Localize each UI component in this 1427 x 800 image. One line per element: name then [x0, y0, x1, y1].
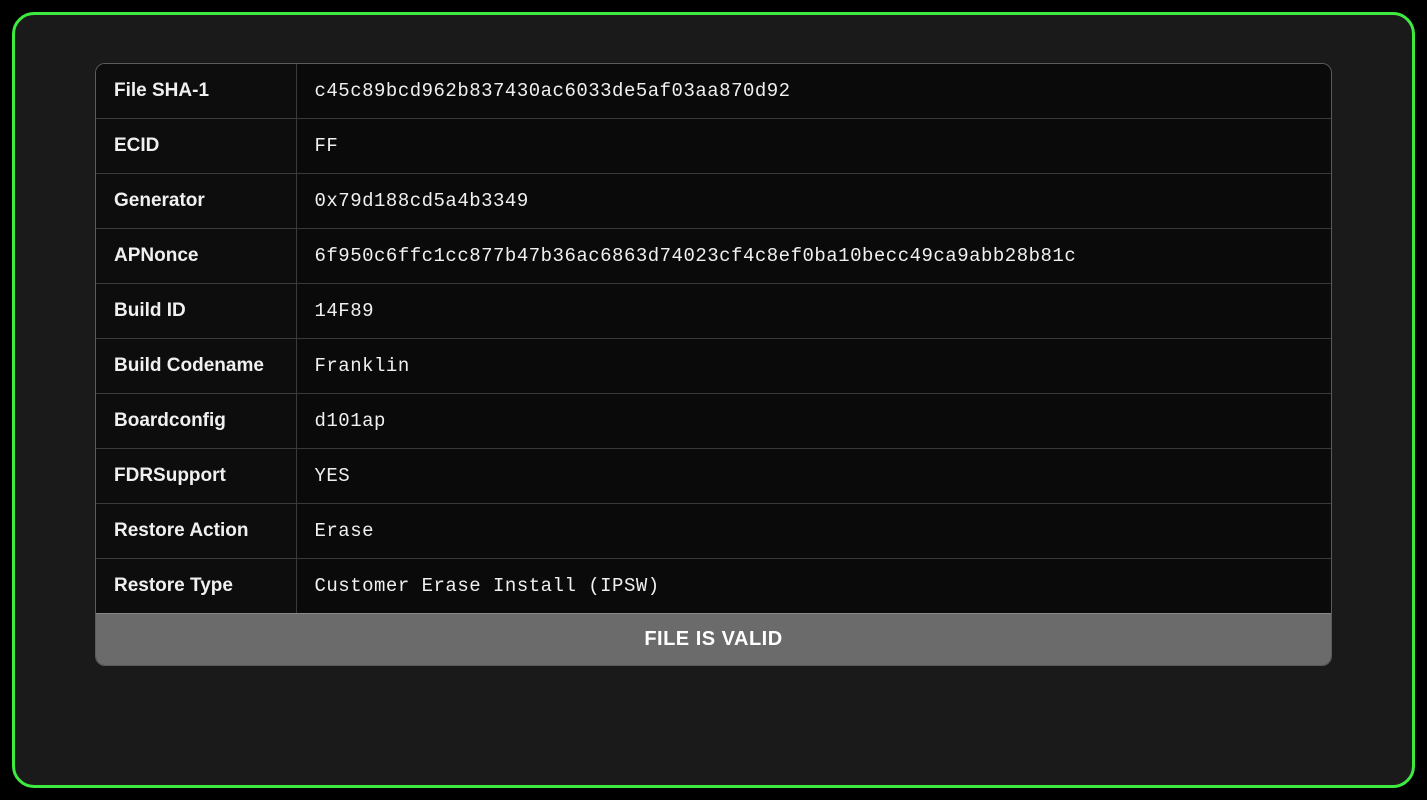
- table-row: Generator 0x79d188cd5a4b3349: [96, 174, 1331, 229]
- validation-status: FILE IS VALID: [96, 613, 1331, 665]
- row-value-restore-action: Erase: [296, 504, 1331, 559]
- row-label-apnonce: APNonce: [96, 229, 296, 284]
- validation-frame: File SHA-1 c45c89bcd962b837430ac6033de5a…: [12, 12, 1415, 788]
- table-row: ECID FF: [96, 119, 1331, 174]
- properties-table: File SHA-1 c45c89bcd962b837430ac6033de5a…: [96, 64, 1331, 613]
- row-label-file-sha1: File SHA-1: [96, 64, 296, 119]
- row-label-fdrsupport: FDRSupport: [96, 449, 296, 504]
- row-value-file-sha1: c45c89bcd962b837430ac6033de5af03aa870d92: [296, 64, 1331, 119]
- row-value-ecid: FF: [296, 119, 1331, 174]
- table-row: File SHA-1 c45c89bcd962b837430ac6033de5a…: [96, 64, 1331, 119]
- table-row: Restore Type Customer Erase Install (IPS…: [96, 559, 1331, 614]
- row-label-restore-type: Restore Type: [96, 559, 296, 614]
- table-row: Boardconfig d101ap: [96, 394, 1331, 449]
- row-label-generator: Generator: [96, 174, 296, 229]
- table-row: Build Codename Franklin: [96, 339, 1331, 394]
- table-row: APNonce 6f950c6ffc1cc877b47b36ac6863d740…: [96, 229, 1331, 284]
- data-panel: File SHA-1 c45c89bcd962b837430ac6033de5a…: [95, 63, 1332, 666]
- table-row: FDRSupport YES: [96, 449, 1331, 504]
- table-row: Build ID 14F89: [96, 284, 1331, 339]
- row-value-apnonce: 6f950c6ffc1cc877b47b36ac6863d74023cf4c8e…: [296, 229, 1331, 284]
- row-label-restore-action: Restore Action: [96, 504, 296, 559]
- row-value-build-id: 14F89: [296, 284, 1331, 339]
- table-row: Restore Action Erase: [96, 504, 1331, 559]
- row-label-build-id: Build ID: [96, 284, 296, 339]
- row-value-generator: 0x79d188cd5a4b3349: [296, 174, 1331, 229]
- row-value-restore-type: Customer Erase Install (IPSW): [296, 559, 1331, 614]
- row-label-boardconfig: Boardconfig: [96, 394, 296, 449]
- row-label-build-codename: Build Codename: [96, 339, 296, 394]
- row-value-fdrsupport: YES: [296, 449, 1331, 504]
- row-value-boardconfig: d101ap: [296, 394, 1331, 449]
- row-value-build-codename: Franklin: [296, 339, 1331, 394]
- row-label-ecid: ECID: [96, 119, 296, 174]
